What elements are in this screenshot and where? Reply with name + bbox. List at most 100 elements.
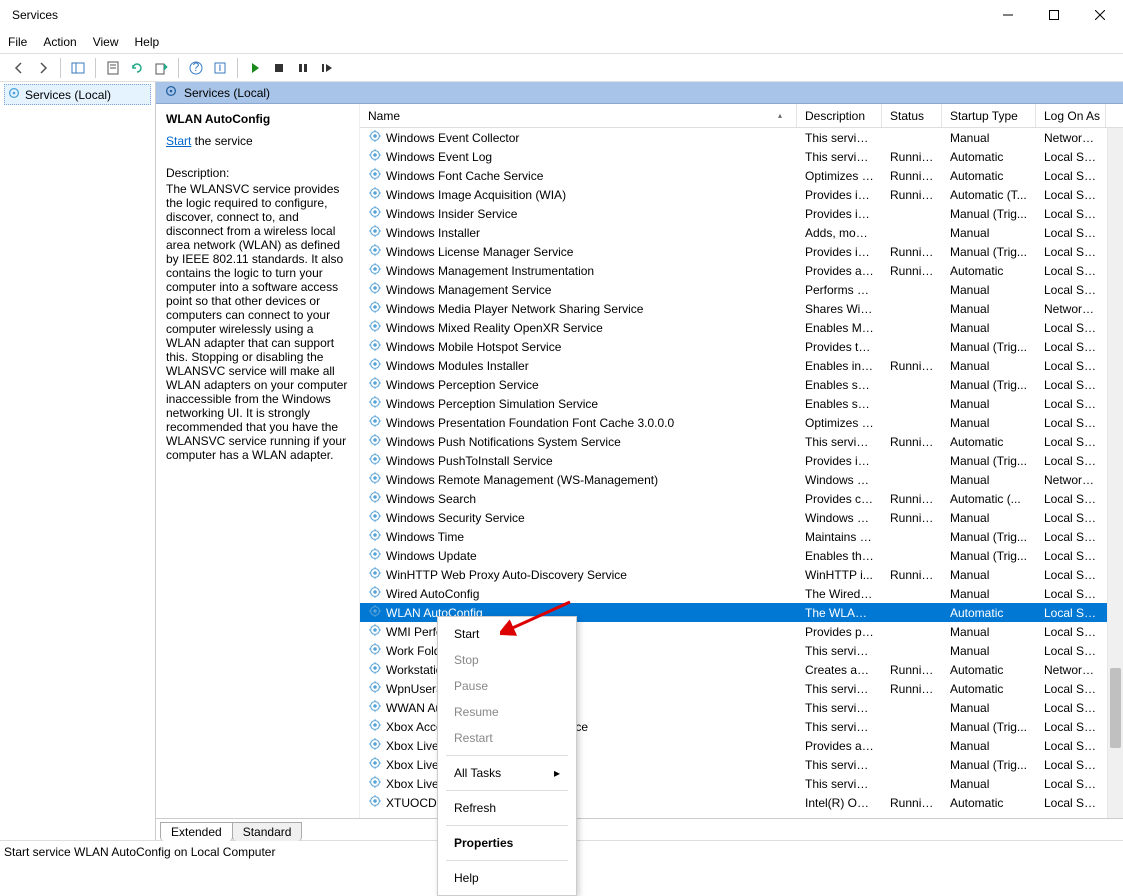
- service-row[interactable]: Windows License Manager ServiceProvides …: [360, 242, 1123, 261]
- service-description: Enables spa...: [797, 378, 882, 392]
- gear-icon: [368, 338, 382, 355]
- service-name: Windows Perception Simulation Service: [386, 397, 598, 411]
- gear-icon: [368, 642, 382, 659]
- gear-icon: [368, 414, 382, 431]
- gear-icon: [368, 680, 382, 697]
- service-description: This service ...: [797, 150, 882, 164]
- service-row[interactable]: Windows Perception ServiceEnables spa...…: [360, 375, 1123, 394]
- pause-service-button[interactable]: [292, 57, 314, 79]
- stop-service-button[interactable]: [268, 57, 290, 79]
- service-row[interactable]: Windows Media Player Network Sharing Ser…: [360, 299, 1123, 318]
- service-description: Windows R...: [797, 473, 882, 487]
- service-row[interactable]: Windows PushToInstall ServiceProvides in…: [360, 451, 1123, 470]
- column-status[interactable]: Status: [882, 104, 942, 127]
- service-row[interactable]: Windows Push Notifications System Servic…: [360, 432, 1123, 451]
- service-log-on-as: Local Syste...: [1036, 283, 1106, 297]
- menu-view[interactable]: View: [93, 35, 119, 49]
- menu-action[interactable]: Action: [43, 35, 76, 49]
- service-name: Windows Security Service: [386, 511, 525, 525]
- service-row[interactable]: Windows Event LogThis service ...Running…: [360, 147, 1123, 166]
- export-list-button[interactable]: [150, 57, 172, 79]
- service-row[interactable]: WinHTTP Web Proxy Auto-Discovery Service…: [360, 565, 1123, 584]
- service-row[interactable]: Windows Event CollectorThis service ...M…: [360, 128, 1123, 147]
- service-row[interactable]: Windows UpdateEnables the ...Manual (Tri…: [360, 546, 1123, 565]
- tree-root-services-local[interactable]: Services (Local): [4, 84, 151, 105]
- service-startup-type: Manual: [942, 587, 1036, 601]
- restart-service-button[interactable]: [316, 57, 338, 79]
- context-menu-separator: [446, 755, 568, 756]
- service-status: Running: [882, 435, 942, 449]
- service-row[interactable]: Windows Management ServicePerforms m...M…: [360, 280, 1123, 299]
- start-service-button[interactable]: [244, 57, 266, 79]
- service-row[interactable]: Windows Remote Management (WS-Management…: [360, 470, 1123, 489]
- service-description: This service ...: [797, 777, 882, 791]
- annotation-arrow-icon: [500, 600, 580, 640]
- gear-icon: [368, 319, 382, 336]
- column-startup-type[interactable]: Startup Type: [942, 104, 1036, 127]
- column-description[interactable]: Description: [797, 104, 882, 127]
- close-button[interactable]: [1077, 0, 1123, 30]
- result-pane-title: Services (Local): [184, 86, 270, 100]
- service-row[interactable]: Windows Mobile Hotspot ServiceProvides t…: [360, 337, 1123, 356]
- properties-button[interactable]: [102, 57, 124, 79]
- context-menu-item-refresh[interactable]: Refresh: [438, 795, 576, 821]
- tab-standard[interactable]: Standard: [232, 822, 303, 841]
- service-row[interactable]: Windows Insider ServiceProvides inf...Ma…: [360, 204, 1123, 223]
- service-row[interactable]: Windows Font Cache ServiceOptimizes p...…: [360, 166, 1123, 185]
- service-row[interactable]: Windows Image Acquisition (WIA)Provides …: [360, 185, 1123, 204]
- service-description: Shares Win...: [797, 302, 882, 316]
- service-row[interactable]: Windows Perception Simulation ServiceEna…: [360, 394, 1123, 413]
- service-startup-type: Manual (Trig...: [942, 720, 1036, 734]
- gear-icon: [368, 148, 382, 165]
- service-log-on-as: Local Syste...: [1036, 587, 1106, 601]
- service-startup-type: Automatic: [942, 663, 1036, 677]
- context-menu-item-all-tasks[interactable]: All Tasks▸: [438, 760, 576, 786]
- gear-icon: [368, 699, 382, 716]
- service-row[interactable]: Windows SearchProvides co...RunningAutom…: [360, 489, 1123, 508]
- help-button[interactable]: ?: [185, 57, 207, 79]
- service-row[interactable]: Windows Modules InstallerEnables inst...…: [360, 356, 1123, 375]
- service-row[interactable]: Windows InstallerAdds, modi...ManualLoca…: [360, 223, 1123, 242]
- service-startup-type: Manual (Trig...: [942, 549, 1036, 563]
- about-button[interactable]: i: [209, 57, 231, 79]
- service-row[interactable]: Windows TimeMaintains d...Manual (Trig..…: [360, 527, 1123, 546]
- service-name: Windows Event Log: [386, 150, 492, 164]
- result-pane: Services (Local) WLAN AutoConfig Start t…: [156, 82, 1123, 840]
- service-description: Enables inst...: [797, 359, 882, 373]
- service-row[interactable]: Windows Presentation Foundation Font Cac…: [360, 413, 1123, 432]
- refresh-button[interactable]: [126, 57, 148, 79]
- start-service-link[interactable]: Start: [166, 134, 191, 148]
- vertical-scrollbar[interactable]: [1107, 128, 1123, 818]
- gear-icon: [368, 395, 382, 412]
- scrollbar-thumb[interactable]: [1110, 668, 1121, 748]
- maximize-button[interactable]: [1031, 0, 1077, 30]
- minimize-button[interactable]: [985, 0, 1031, 30]
- column-name[interactable]: Name▴: [360, 104, 797, 127]
- service-description: Optimizes p...: [797, 169, 882, 183]
- show-hide-tree-button[interactable]: [67, 57, 89, 79]
- result-pane-header: Services (Local): [156, 82, 1123, 104]
- service-startup-type: Manual: [942, 283, 1036, 297]
- back-button[interactable]: [8, 57, 30, 79]
- menu-file[interactable]: File: [8, 35, 27, 49]
- service-row[interactable]: Wired AutoConfigThe Wired A...ManualLoca…: [360, 584, 1123, 603]
- service-name: Windows Push Notifications System Servic…: [386, 435, 621, 449]
- service-row[interactable]: Windows Management InstrumentationProvid…: [360, 261, 1123, 280]
- tab-extended[interactable]: Extended: [160, 822, 233, 841]
- context-menu-item-properties[interactable]: Properties: [438, 830, 576, 856]
- service-log-on-as: Local Syste...: [1036, 720, 1106, 734]
- service-description: Windows Se...: [797, 511, 882, 525]
- detail-title: WLAN AutoConfig: [166, 112, 349, 126]
- service-startup-type: Automatic: [942, 169, 1036, 183]
- menu-help[interactable]: Help: [135, 35, 160, 49]
- column-log-on-as[interactable]: Log On As: [1036, 104, 1106, 127]
- forward-button[interactable]: [32, 57, 54, 79]
- service-description: This service ...: [797, 682, 882, 696]
- service-log-on-as: Local Service: [1036, 568, 1106, 582]
- service-log-on-as: Local Syste...: [1036, 701, 1106, 715]
- service-startup-type: Manual: [942, 226, 1036, 240]
- service-status: Running: [882, 796, 942, 810]
- context-menu-item-help[interactable]: Help: [438, 865, 576, 891]
- service-row[interactable]: Windows Mixed Reality OpenXR ServiceEnab…: [360, 318, 1123, 337]
- service-row[interactable]: Windows Security ServiceWindows Se...Run…: [360, 508, 1123, 527]
